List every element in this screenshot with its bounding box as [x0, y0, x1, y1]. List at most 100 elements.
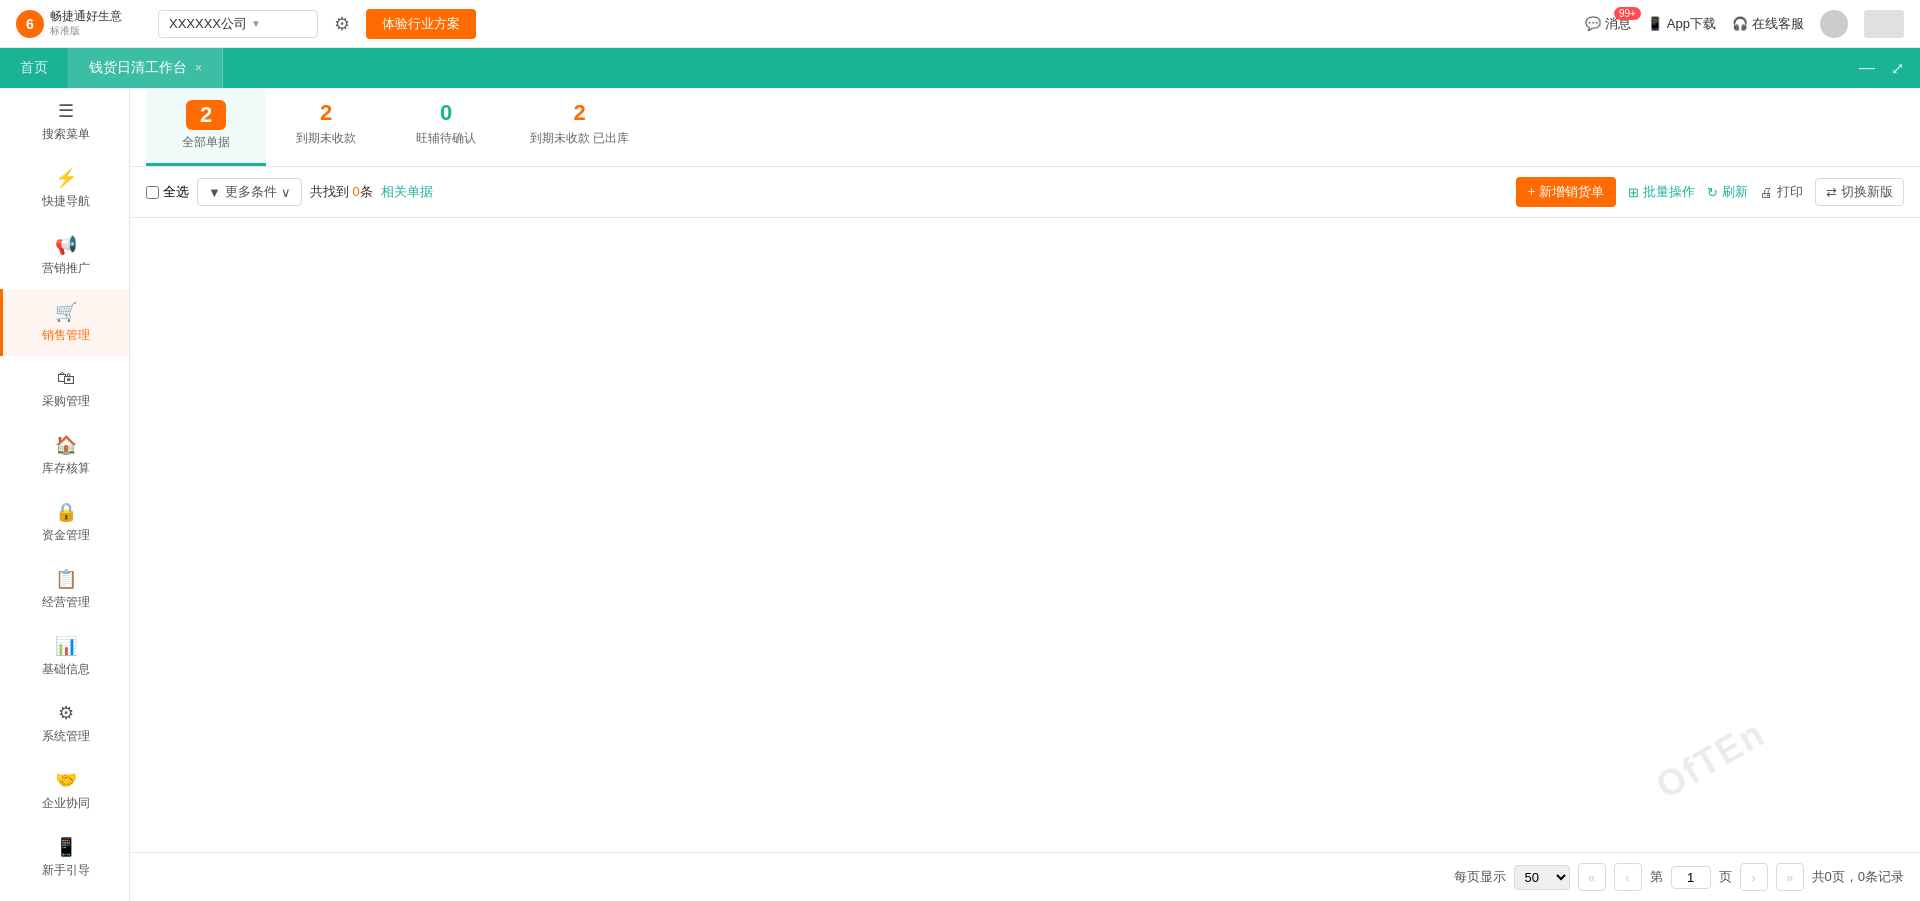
top-bar-right: 💬 消息 99+ 📱 App下载 🎧 在线客服: [1585, 10, 1904, 38]
sidebar-item-cooperation[interactable]: 🤝 企业协同: [0, 757, 129, 824]
message-icon: 💬: [1585, 16, 1601, 31]
tab-qianhuoqingong[interactable]: 钱货日清工作台 ×: [69, 48, 223, 88]
close-tab-icon[interactable]: ×: [195, 61, 202, 75]
table-empty-state: [130, 218, 1920, 852]
related-link[interactable]: 相关单据: [381, 183, 433, 201]
finance-icon: 🔒: [55, 501, 77, 523]
sidebar-item-purchase[interactable]: 🛍 采购管理: [0, 356, 129, 422]
select-all-checkbox[interactable]: 全选: [146, 183, 189, 201]
switch-version-button[interactable]: ⇄ 切换新版: [1815, 178, 1904, 206]
add-sale-order-button[interactable]: + 新增销货单: [1516, 177, 1616, 207]
select-all-input[interactable]: [146, 186, 159, 199]
first-page-button[interactable]: «: [1578, 863, 1606, 891]
refresh-button[interactable]: ↻ 刷新: [1707, 183, 1748, 201]
found-text: 共找到 0条: [310, 183, 373, 201]
sidebar-label-purchase: 采购管理: [42, 393, 90, 410]
chevron-filter-icon: ∨: [281, 185, 291, 200]
refresh-icon: ↻: [1707, 185, 1718, 200]
sidebar-label-quick-nav: 快捷导航: [42, 193, 90, 210]
sales-icon: 🛒: [55, 301, 77, 323]
maximize-icon[interactable]: ⤢: [1887, 55, 1908, 82]
batch-icon: ⊞: [1628, 185, 1639, 200]
stats-tab-pending[interactable]: 0 旺辅待确认: [386, 88, 506, 166]
stats-label-all: 全部单据: [182, 134, 230, 151]
sidebar-item-marketing[interactable]: 📢 营销推广: [0, 222, 129, 289]
operation-icon: 📋: [55, 568, 77, 590]
company-name: XXXXXX公司: [169, 15, 247, 33]
sidebar-label-finance: 资金管理: [42, 527, 90, 544]
sidebar-label-marketing: 营销推广: [42, 260, 90, 277]
batch-operation-button[interactable]: ⊞ 批量操作: [1628, 183, 1695, 201]
stats-num-pending: 0: [440, 100, 452, 126]
stats-num-overdue: 2: [320, 100, 332, 126]
per-page-select[interactable]: 10 20 50 100: [1514, 865, 1570, 890]
next-page-button[interactable]: ›: [1740, 863, 1768, 891]
settings-icon[interactable]: ⚙: [330, 9, 354, 39]
message-badge: 99+: [1614, 7, 1641, 20]
sidebar-item-sales[interactable]: 🛒 销售管理: [0, 289, 129, 356]
print-button[interactable]: 🖨 打印: [1760, 183, 1803, 201]
more-filter-label: 更多条件: [225, 183, 277, 201]
service-icon: 🎧: [1732, 16, 1748, 31]
toolbar-left: 全选 ▼ 更多条件 ∨ 共找到 0条 相关单据: [146, 178, 433, 206]
nav-tabs: 首页 钱货日清工作台 × — ⤢: [0, 48, 1920, 88]
system-icon: ⚙: [58, 702, 74, 724]
tab-home[interactable]: 首页: [0, 48, 69, 88]
online-service-item[interactable]: 🎧 在线客服: [1732, 15, 1804, 33]
logo-area: 6 畅捷通好生意 标准版: [16, 9, 146, 39]
basic-info-icon: 📊: [55, 635, 77, 657]
content-area: 2 全部单据 2 到期未收款 0 旺辅待确认 2 到期未收款 已出库 全选: [130, 88, 1920, 901]
sidebar-label-search-menu: 搜索菜单: [42, 126, 90, 143]
stats-label-pending: 旺辅待确认: [416, 130, 476, 147]
avatar[interactable]: [1820, 10, 1848, 38]
stats-tab-overdue[interactable]: 2 到期未收款: [266, 88, 386, 166]
sidebar-label-inventory: 库存核算: [42, 460, 90, 477]
sidebar-item-inventory[interactable]: 🏠 库存核算: [0, 422, 129, 489]
user-name-area: [1864, 10, 1904, 38]
cooperation-icon: 🤝: [55, 769, 77, 791]
logo-sub: 标准版: [50, 24, 122, 38]
sidebar-label-cooperation: 企业协同: [42, 795, 90, 812]
guide-icon: 📱: [55, 836, 77, 858]
sidebar-item-guide[interactable]: 📱 新手引导: [0, 824, 129, 891]
sidebar-label-basic-info: 基础信息: [42, 661, 90, 678]
sidebar-item-app-center[interactable]: 🛒 应用中心: [0, 891, 129, 901]
found-count: 0: [353, 184, 360, 199]
sidebar-item-basic-info[interactable]: 📊 基础信息: [0, 623, 129, 690]
top-bar: 6 畅捷通好生意 标准版 XXXXXX公司 ▼ ⚙ 体验行业方案 💬 消息 99…: [0, 0, 1920, 48]
sidebar-item-quick-nav[interactable]: ⚡ 快捷导航: [0, 155, 129, 222]
more-filter-button[interactable]: ▼ 更多条件 ∨: [197, 178, 302, 206]
sidebar-item-operation[interactable]: 📋 经营管理: [0, 556, 129, 623]
download-icon: 📱: [1647, 16, 1663, 31]
last-page-button[interactable]: »: [1776, 863, 1804, 891]
logo-icon: 6: [16, 10, 44, 38]
main-layout: ☰ 搜索菜单 ⚡ 快捷导航 📢 营销推广 🛒 销售管理 🛍 采购管理 🏠 库存核…: [0, 88, 1920, 901]
app-download-item[interactable]: 📱 App下载: [1647, 15, 1716, 33]
sidebar-item-search-menu[interactable]: ☰ 搜索菜单: [0, 88, 129, 155]
trial-button[interactable]: 体验行业方案: [366, 9, 476, 39]
message-item[interactable]: 💬 消息 99+: [1585, 15, 1631, 33]
toolbar: 全选 ▼ 更多条件 ∨ 共找到 0条 相关单据 + 新增销货单 ⊞ 批量操作: [130, 167, 1920, 218]
print-icon: 🖨: [1760, 185, 1773, 200]
filter-icon: ▼: [208, 185, 221, 200]
sidebar-label-system: 系统管理: [42, 728, 90, 745]
pagination: 每页显示 10 20 50 100 « ‹ 第 页 › » 共0页，0条记录: [130, 852, 1920, 901]
minimize-icon[interactable]: —: [1855, 55, 1879, 82]
stats-label-overdue: 到期未收款: [296, 130, 356, 147]
page-input[interactable]: [1671, 866, 1711, 889]
total-records: 共0页，0条记录: [1812, 868, 1904, 886]
switch-icon: ⇄: [1826, 185, 1837, 200]
page-label: 第: [1650, 868, 1663, 886]
marketing-icon: 📢: [55, 234, 77, 256]
app-download-label: App下载: [1667, 15, 1716, 33]
stats-tab-overdue-shipped[interactable]: 2 到期未收款 已出库: [506, 88, 653, 166]
chevron-down-icon: ▼: [251, 18, 261, 29]
prev-page-button[interactable]: ‹: [1614, 863, 1642, 891]
company-selector[interactable]: XXXXXX公司 ▼: [158, 10, 318, 38]
sidebar-item-finance[interactable]: 🔒 资金管理: [0, 489, 129, 556]
stats-tab-all[interactable]: 2 全部单据: [146, 88, 266, 166]
page-suffix: 页: [1719, 868, 1732, 886]
search-menu-icon: ☰: [58, 100, 74, 122]
quick-nav-icon: ⚡: [55, 167, 77, 189]
sidebar-item-system[interactable]: ⚙ 系统管理: [0, 690, 129, 757]
